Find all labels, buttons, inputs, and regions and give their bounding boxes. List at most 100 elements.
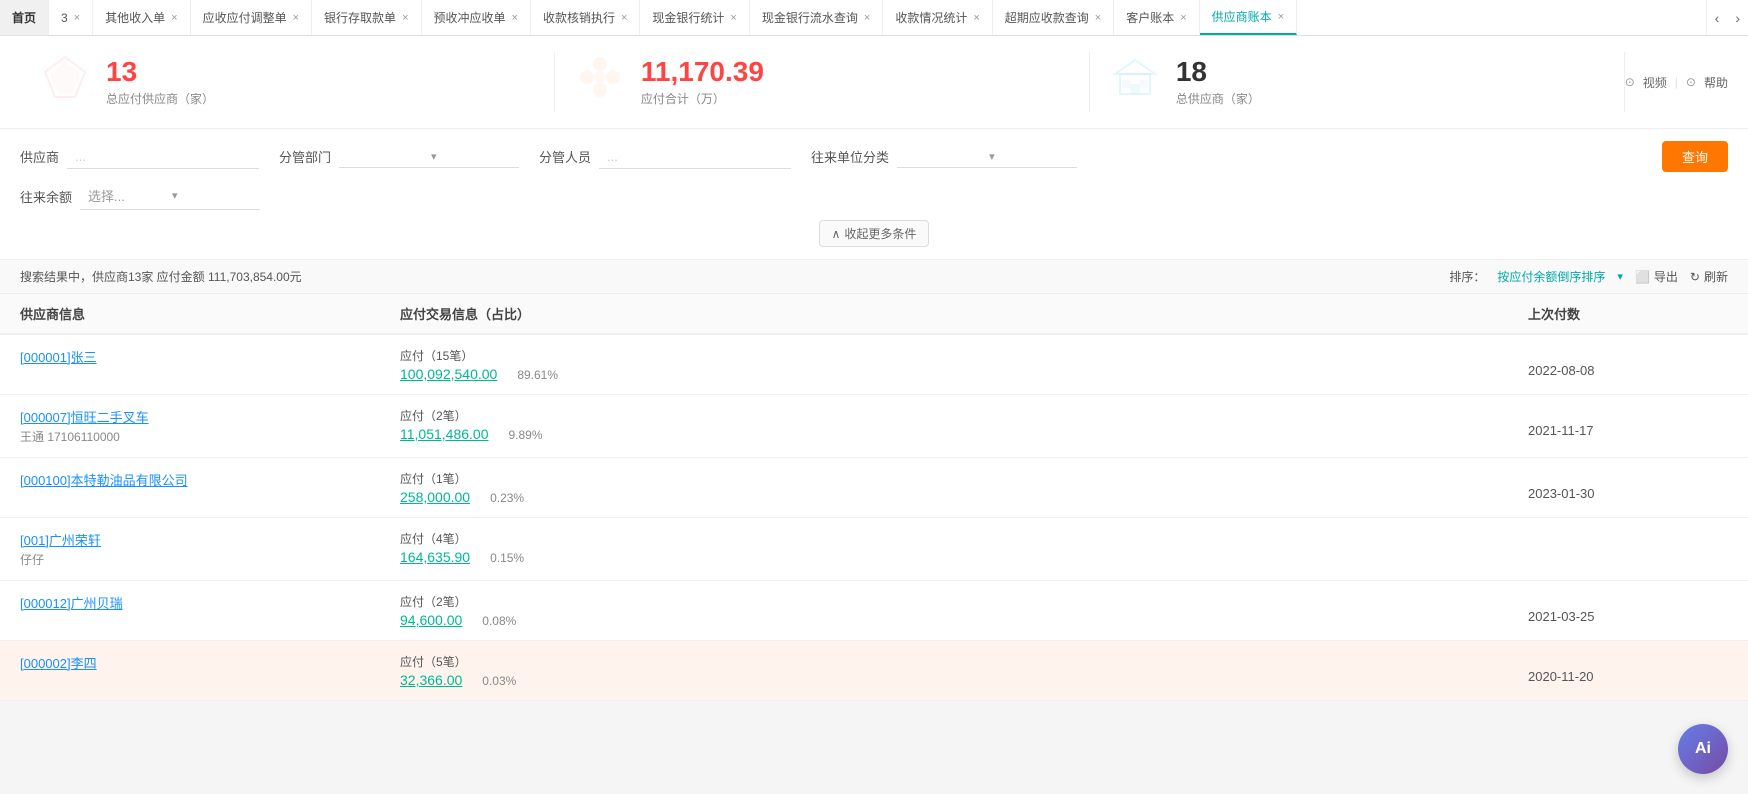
nav-tab-collection-stat[interactable]: 收款情况统计 ×: [883, 0, 992, 35]
table-row: [000100]本特勒油品有限公司 应付（1笔） 258,000.00 0.23…: [0, 458, 1748, 518]
nav-next-arrow[interactable]: ›: [1727, 0, 1748, 36]
nav-tab-bank-deposit[interactable]: 银行存取款单 ×: [312, 0, 421, 35]
stat-payable-suppliers-content: 13 总应付供应商（家）: [106, 58, 214, 107]
category-select[interactable]: ▾: [897, 146, 1077, 168]
close-icon[interactable]: ×: [621, 12, 627, 24]
store-icon: [1110, 52, 1160, 112]
refresh-label: 刷新: [1704, 268, 1728, 285]
supplier-link-4[interactable]: [001]广州荣轩: [20, 533, 101, 548]
trade-amount-row-5: 94,600.00 0.08%: [400, 612, 1528, 628]
sort-select[interactable]: 按应付余额倒序排序: [1497, 268, 1605, 285]
person-input[interactable]: [599, 145, 791, 169]
nav-tab-bank-deposit-label: 银行存取款单: [324, 9, 396, 26]
nav-tab-home-label: 首页: [12, 9, 36, 26]
nav-tab-supplier-ledger-label: 供应商账本: [1212, 8, 1272, 25]
nav-tab-home[interactable]: 首页: [0, 0, 49, 35]
trade-amount-4[interactable]: 164,635.90: [400, 549, 470, 565]
stat-block-payable-suppliers: 13 总应付供应商（家）: [20, 52, 555, 112]
nav-tab-prepay[interactable]: 预收冲应收单 ×: [422, 0, 531, 35]
table-row: [000012]广州贝瑞 应付（2笔） 94,600.00 0.08% 2021…: [0, 581, 1748, 641]
trade-amount-1[interactable]: 100,092,540.00: [400, 366, 497, 382]
supplier-link-6[interactable]: [000002]李四: [20, 656, 97, 671]
main-content: 13 总应付供应商（家） 11,170.39 应付合计（万）: [0, 36, 1748, 794]
stat-total-suppliers-label: 总供应商（家）: [1176, 90, 1260, 107]
supplier-link-2[interactable]: [000007]恒旺二手叉车: [20, 410, 149, 425]
stat-total-suppliers-number: 18: [1176, 58, 1260, 86]
nav-tab-prepay-label: 预收冲应收单: [434, 9, 506, 26]
nav-prev-arrow[interactable]: ‹: [1707, 0, 1728, 36]
table-header: 供应商信息 应付交易信息（占比） 上次付数: [0, 294, 1748, 335]
chevron-down-icon: ▾: [431, 150, 511, 163]
trade-amount-row-6: 32,366.00 0.03%: [400, 672, 1528, 688]
export-button[interactable]: ⬜ 导出: [1635, 268, 1678, 285]
close-icon[interactable]: ×: [1180, 12, 1186, 24]
last-pay-1: 2022-08-08: [1528, 347, 1728, 378]
stat-block-payable-total: 11,170.39 应付合计（万）: [555, 52, 1090, 112]
video-link[interactable]: 视频: [1643, 74, 1667, 91]
nav-tab-adjustment[interactable]: 应收应付调整单 ×: [191, 0, 312, 35]
balance-select[interactable]: 选择... ▾: [80, 182, 260, 210]
collapse-button[interactable]: ∧ 收起更多条件: [819, 220, 930, 247]
close-icon[interactable]: ×: [171, 12, 177, 24]
nav-tab-customer-ledger[interactable]: 客户账本 ×: [1114, 0, 1199, 35]
nav-tab-other-income[interactable]: 其他收入单 ×: [93, 0, 190, 35]
trade-amount-2[interactable]: 11,051,486.00: [400, 426, 489, 442]
nav-tab-cash-flow-label: 现金银行流水查询: [762, 9, 858, 26]
supplier-info-6: [000002]李四: [20, 653, 400, 672]
trade-amount-5[interactable]: 94,600.00: [400, 612, 462, 628]
top-navigation: 首页 3 × 其他收入单 × 应收应付调整单 × 银行存取款单 × 预收冲应收单…: [0, 0, 1748, 36]
sort-label: 排序：: [1449, 268, 1485, 285]
help-link[interactable]: 帮助: [1704, 74, 1728, 91]
trade-label-2: 应付（2笔）: [400, 407, 1528, 424]
close-icon[interactable]: ×: [1278, 11, 1284, 23]
trade-percent-5: 0.08%: [482, 614, 516, 628]
balance-select-value: 选择...: [88, 186, 168, 205]
trade-info-5: 应付（2笔） 94,600.00 0.08%: [400, 593, 1528, 628]
supplier-filter-label: 供应商: [20, 147, 59, 166]
ai-button[interactable]: Ai: [1678, 724, 1728, 774]
dept-select[interactable]: ▾: [339, 146, 519, 168]
nav-tab-customer-ledger-label: 客户账本: [1126, 9, 1174, 26]
refresh-button[interactable]: ↻ 刷新: [1690, 268, 1728, 285]
result-actions: 排序： 按应付余额倒序排序 ▾ ⬜ 导出 ↻ 刷新: [1449, 268, 1728, 285]
person-filter-label: 分管人员: [539, 147, 591, 166]
trade-label-1: 应付（15笔）: [400, 347, 1528, 364]
supplier-link-1[interactable]: [000001]张三: [20, 350, 97, 365]
trade-amount-6[interactable]: 32,366.00: [400, 672, 462, 688]
supplier-input[interactable]: [67, 145, 259, 169]
trade-info-1: 应付（15笔） 100,092,540.00 89.61%: [400, 347, 1528, 382]
trade-label-3: 应付（1笔）: [400, 470, 1528, 487]
nav-tab-collection[interactable]: 收款核销执行 ×: [531, 0, 640, 35]
table-row: [000007]恒旺二手叉车 王通 17106110000 应付（2笔） 11,…: [0, 395, 1748, 458]
nav-tab-adjustment-label: 应收应付调整单: [203, 9, 287, 26]
close-icon[interactable]: ×: [293, 12, 299, 24]
circle-icon-2: ⊙: [1686, 75, 1696, 89]
chevron-down-icon-3: ▾: [172, 189, 252, 202]
col-header-trade: 应付交易信息（占比）: [400, 304, 1528, 323]
filter-row-1: 供应商 分管部门 ▾ 分管人员 往来单位分类 ▾: [20, 141, 1728, 172]
nav-tab-3[interactable]: 3 ×: [49, 0, 93, 35]
close-icon[interactable]: ×: [730, 12, 736, 24]
search-button[interactable]: 查询: [1662, 141, 1728, 172]
trade-percent-6: 0.03%: [482, 674, 516, 688]
close-icon[interactable]: ×: [864, 12, 870, 24]
close-icon[interactable]: ×: [973, 12, 979, 24]
dept-filter-label: 分管部门: [279, 147, 331, 166]
filter-category: 往来单位分类 ▾: [811, 146, 1077, 168]
nav-tab-cash-stat[interactable]: 现金银行统计 ×: [640, 0, 749, 35]
nav-tab-overdue[interactable]: 超期应收款查询 ×: [993, 0, 1114, 35]
close-icon[interactable]: ×: [402, 12, 408, 24]
header-links: ⊙ 视频 | ⊙ 帮助: [1625, 74, 1728, 91]
supplier-link-3[interactable]: [000100]本特勒油品有限公司: [20, 473, 188, 488]
close-icon[interactable]: ×: [74, 12, 80, 24]
nav-tab-supplier-ledger[interactable]: 供应商账本 ×: [1200, 0, 1297, 35]
trade-amount-3[interactable]: 258,000.00: [400, 489, 470, 505]
close-icon[interactable]: ×: [1095, 12, 1101, 24]
nav-tab-collection-label: 收款核销执行: [543, 9, 615, 26]
close-icon[interactable]: ×: [512, 12, 518, 24]
filter-balance: 往来余额 选择... ▾: [20, 182, 260, 210]
category-filter-label: 往来单位分类: [811, 147, 889, 166]
supplier-link-5[interactable]: [000012]广州贝瑞: [20, 596, 123, 611]
trade-amount-row-4: 164,635.90 0.15%: [400, 549, 1528, 565]
nav-tab-cash-flow[interactable]: 现金银行流水查询 ×: [750, 0, 883, 35]
